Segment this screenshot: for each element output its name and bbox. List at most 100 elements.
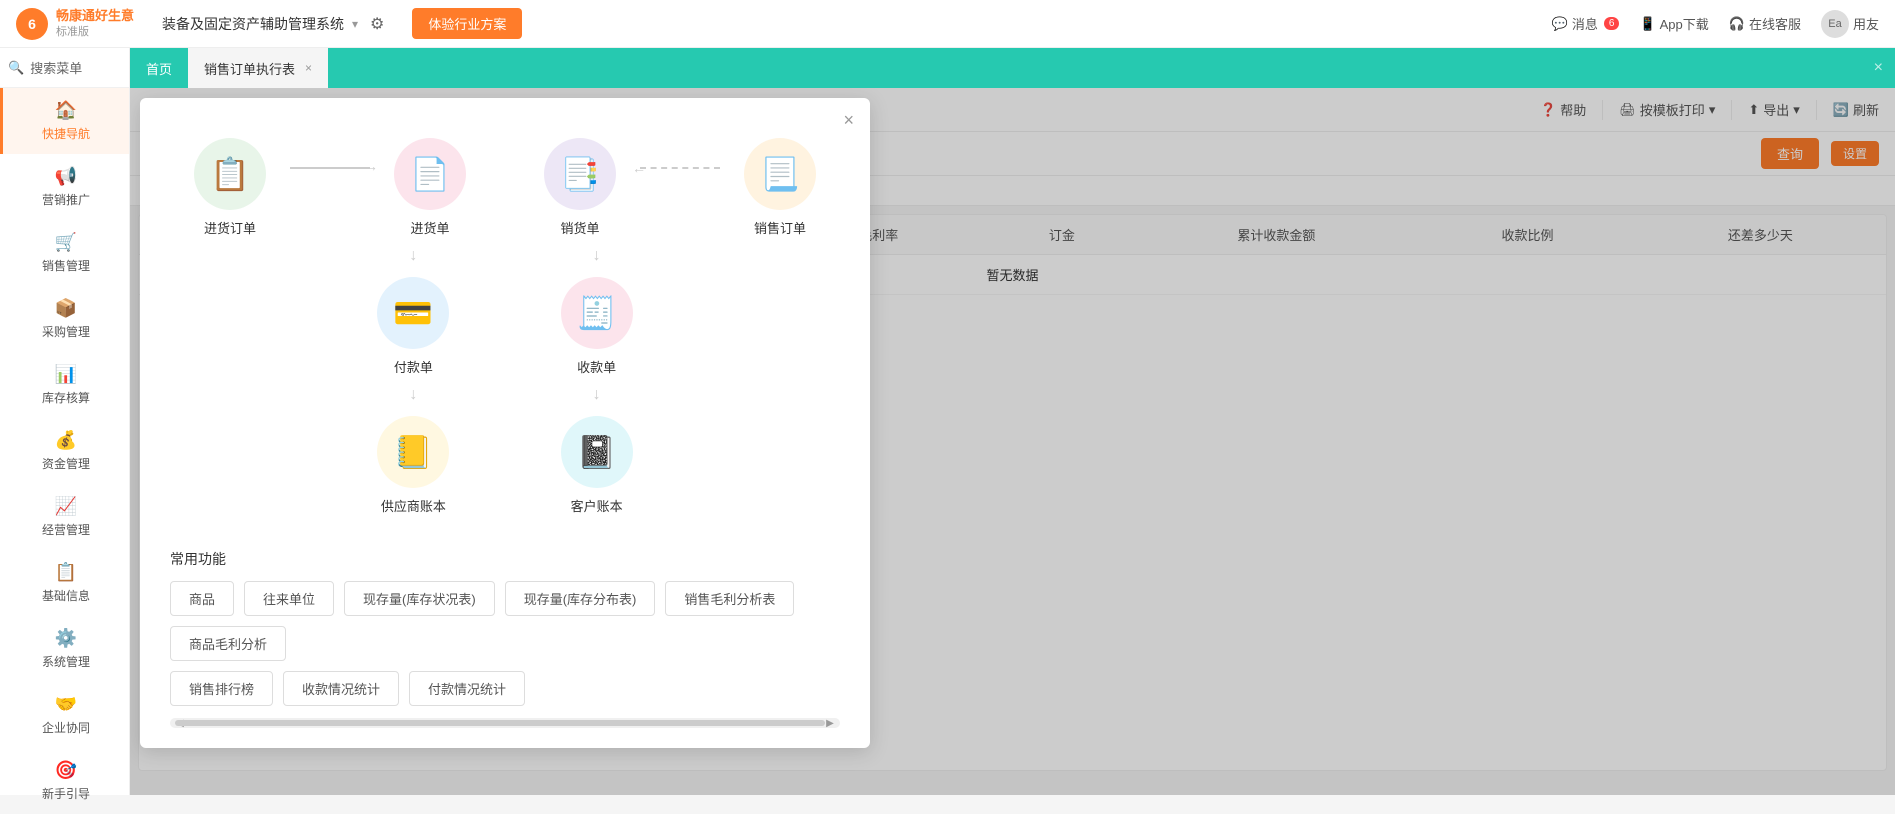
- sales-bill-icon: 📑: [560, 155, 600, 193]
- tab-sales-order[interactable]: 销售订单执行表 ×: [188, 48, 328, 88]
- sidebar-item-basic-info[interactable]: 📋 基础信息: [0, 550, 129, 616]
- message-label: 消息: [1572, 14, 1598, 33]
- func-btn-counterparty[interactable]: 往来单位: [244, 581, 334, 616]
- sidebar-item-inventory[interactable]: 📊 库存核算: [0, 352, 129, 418]
- flow-node-supplier-ledger[interactable]: 📒 供应商账本: [353, 406, 473, 525]
- logo-sub: 标准版: [56, 25, 134, 39]
- scrollbar-thumb[interactable]: [175, 720, 825, 726]
- payment-icon: 💳: [393, 294, 433, 332]
- function-buttons-row2: 销售排行榜 收款情况统计 付款情况统计: [170, 671, 840, 706]
- sidebar-item-finance[interactable]: 💰 资金管理: [0, 418, 129, 484]
- sidebar-item-label: 销售管理: [42, 257, 90, 274]
- receipt-icon: 🧾: [577, 294, 617, 332]
- sidebar-item-enterprise[interactable]: 🤝 企业协同: [0, 682, 129, 748]
- arrow-down-pay: ↓: [353, 386, 473, 406]
- popup-close-button[interactable]: ×: [843, 110, 854, 131]
- purchase-order-label: 进货订单: [204, 218, 256, 237]
- purchase-bill-icon: 📄: [410, 155, 450, 193]
- sales-order-circle: 📃: [744, 138, 816, 210]
- sidebar-item-purchase[interactable]: 📦 采购管理: [0, 286, 129, 352]
- trial-button[interactable]: 体验行业方案: [412, 8, 522, 39]
- tab-home-label: 首页: [146, 59, 172, 78]
- app-download-label: App下载: [1660, 14, 1709, 33]
- func-btn-stock-status[interactable]: 现存量(库存状况表): [344, 581, 495, 616]
- receipt-label: 收款单: [577, 357, 616, 376]
- purchase-order-icon: 📋: [210, 155, 250, 193]
- sidebar-search[interactable]: 🔍 搜索菜单: [0, 48, 129, 88]
- user-area[interactable]: Ea 用友: [1821, 10, 1879, 38]
- scroll-right-button[interactable]: ▶: [820, 718, 840, 728]
- purchase-icon: 📦: [55, 298, 77, 319]
- flow-node-purchase-bill[interactable]: 📄 进货单: [370, 128, 490, 247]
- online-service-button[interactable]: 🎧 在线客服: [1729, 14, 1801, 33]
- search-label: 搜索菜单: [30, 58, 82, 77]
- flow-diagram: 📋 进货订单 →: [170, 128, 840, 525]
- func-btn-receipt-stats[interactable]: 收款情况统计: [283, 671, 399, 706]
- sidebar-item-newbie[interactable]: 🎯 新手引导: [0, 748, 129, 814]
- flow-row-3: 📒 供应商账本 📓 客户账本: [170, 406, 840, 525]
- popup-scrollbar[interactable]: ◀ ▶: [170, 718, 840, 728]
- sidebar-item-label: 库存核算: [42, 389, 90, 406]
- settings-icon[interactable]: ⚙: [370, 14, 384, 34]
- user-name: 用友: [1853, 14, 1879, 33]
- customer-ledger-icon: 📓: [577, 433, 617, 471]
- content-area: 首页 销售订单执行表 × × ❓ 帮助 🖨 按模板打印 ▾: [130, 48, 1895, 795]
- tab-close-all-button[interactable]: ×: [1874, 59, 1883, 77]
- func-btn-payment-stats[interactable]: 付款情况统计: [409, 671, 525, 706]
- flow-node-payment[interactable]: 💳 付款单: [353, 267, 473, 386]
- func-btn-sales-rank[interactable]: 销售排行榜: [170, 671, 273, 706]
- flow-node-receipt[interactable]: 🧾 收款单: [537, 267, 657, 386]
- dropdown-icon[interactable]: ▾: [352, 17, 358, 31]
- sidebar-item-quick-nav[interactable]: 🏠 快捷导航: [0, 88, 129, 154]
- search-icon: 🔍: [8, 60, 24, 76]
- flow-arrow-sb-so: ←: [640, 167, 720, 209]
- flow-node-customer-ledger[interactable]: 📓 客户账本: [537, 406, 657, 525]
- main-layout: 🔍 搜索菜单 🏠 快捷导航 📢 营销推广 🛒 销售管理 📦 采购管理 📊 库存核…: [0, 48, 1895, 795]
- flow-row-2: 💳 付款单 🧾 收款单: [170, 267, 840, 386]
- sidebar-item-marketing[interactable]: 📢 营销推广: [0, 154, 129, 220]
- operations-icon: 📈: [55, 496, 77, 517]
- sales-bill-label: 销货单: [560, 218, 599, 237]
- home-icon: 🏠: [55, 100, 77, 121]
- sidebar-item-operations[interactable]: 📈 经营管理: [0, 484, 129, 550]
- func-btn-product-gross[interactable]: 商品毛利分析: [170, 626, 286, 661]
- common-functions-title: 常用功能: [170, 549, 840, 569]
- tab-home[interactable]: 首页: [130, 48, 188, 88]
- logo-icon: 6: [16, 8, 48, 40]
- header-right: 💬 消息 6 📱 App下载 🎧 在线客服 Ea 用友: [1552, 10, 1879, 38]
- inventory-icon: 📊: [55, 364, 77, 385]
- sidebar-item-sales[interactable]: 🛒 销售管理: [0, 220, 129, 286]
- flow-node-sales-bill[interactable]: 📑 销货单: [520, 128, 640, 247]
- app-download-button[interactable]: 📱 App下载: [1639, 14, 1708, 33]
- flow-popup: × 📋 进货订单: [140, 98, 870, 748]
- message-badge: 6: [1604, 17, 1620, 30]
- flow-node-sales-order[interactable]: 📃 销售订单: [720, 128, 840, 247]
- sidebar-item-label: 系统管理: [42, 653, 90, 670]
- purchase-bill-label: 进货单: [410, 218, 449, 237]
- sidebar-item-label: 采购管理: [42, 323, 90, 340]
- flow-arrow-po-pb: →: [290, 167, 370, 209]
- customer-ledger-circle: 📓: [561, 416, 633, 488]
- func-btn-product[interactable]: 商品: [170, 581, 234, 616]
- message-button[interactable]: 💬 消息 6: [1552, 14, 1620, 33]
- flow-arrows-row: ↓ ↓: [170, 247, 840, 267]
- popup-overlay: × 📋 进货订单: [130, 88, 1895, 795]
- app-title-text: 装备及固定资产辅助管理系统: [162, 14, 344, 34]
- marketing-icon: 📢: [55, 166, 77, 187]
- func-btn-stock-dist[interactable]: 现存量(库存分布表): [505, 581, 656, 616]
- func-btn-sales-gross[interactable]: 销售毛利分析表: [665, 581, 794, 616]
- enterprise-icon: 🤝: [55, 694, 77, 715]
- sidebar: 🔍 搜索菜单 🏠 快捷导航 📢 营销推广 🛒 销售管理 📦 采购管理 📊 库存核…: [0, 48, 130, 795]
- app-title-area: 装备及固定资产辅助管理系统 ▾ ⚙: [146, 14, 400, 34]
- flow-node-purchase-order[interactable]: 📋 进货订单: [170, 128, 290, 247]
- customer-ledger-label: 客户账本: [571, 496, 623, 515]
- sales-icon: 🛒: [55, 232, 77, 253]
- function-buttons-row1: 商品 往来单位 现存量(库存状况表) 现存量(库存分布表) 销售毛利分析表 商品…: [170, 581, 840, 661]
- service-icon: 🎧: [1729, 16, 1745, 32]
- finance-icon: 💰: [55, 430, 77, 451]
- tab-close-icon[interactable]: ×: [305, 61, 312, 75]
- payment-label: 付款单: [394, 357, 433, 376]
- common-functions: 常用功能 商品 往来单位 现存量(库存状况表) 现存量(库存分布表) 销售毛利分…: [170, 549, 840, 706]
- system-icon: ⚙️: [55, 628, 77, 649]
- sidebar-item-system[interactable]: ⚙️ 系统管理: [0, 616, 129, 682]
